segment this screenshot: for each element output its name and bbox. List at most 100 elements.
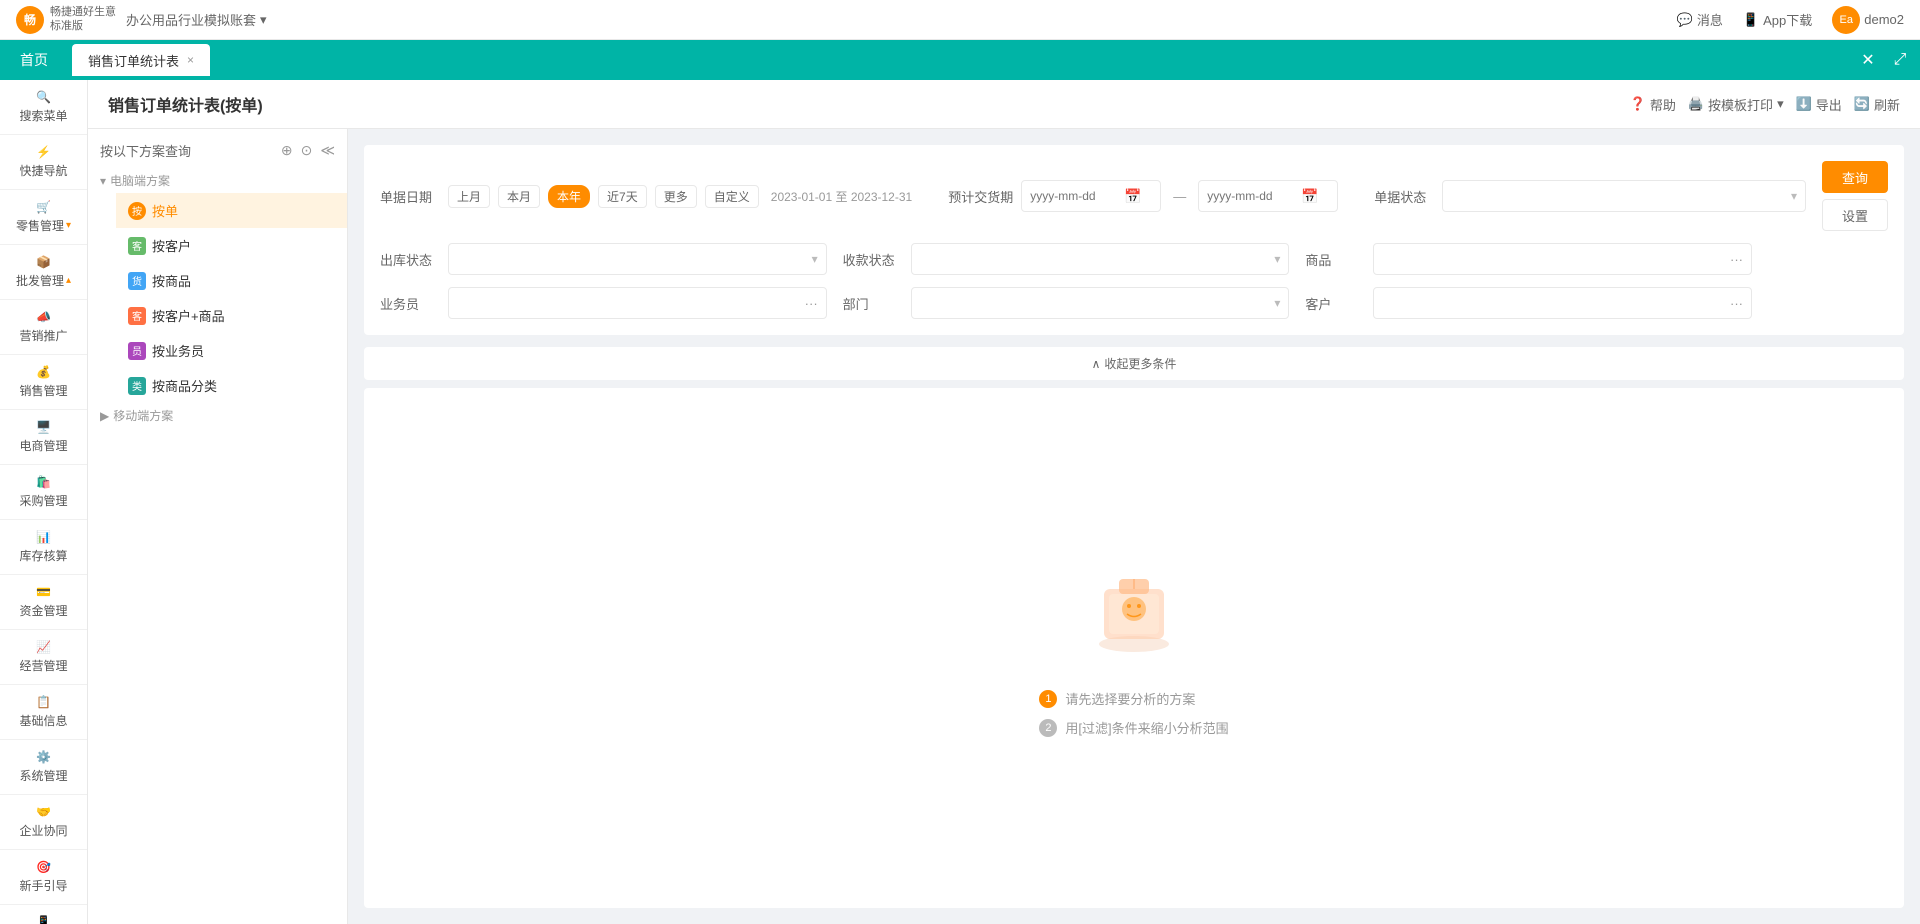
by-cg-icon: 客 (128, 307, 146, 325)
export-button[interactable]: ⬇️ 导出 (1796, 95, 1842, 114)
settings-scheme-button[interactable]: ⊙ (301, 142, 313, 159)
payment-group: 收款状态 ▾ (843, 243, 1290, 275)
customer-input[interactable]: ··· (1373, 287, 1752, 319)
logo-icon: 畅 (16, 6, 44, 34)
tree-section-mobile[interactable]: ▶ 移动端方案 (88, 403, 347, 428)
step-2-number: 2 (1039, 719, 1057, 737)
system-icon: ⚙️ (36, 750, 51, 764)
content-area: 销售订单统计表(按单) ❓ 帮助 🖨️ 按模板打印 ▾ ⬇️ 导出 🔄 刷新 (88, 80, 1920, 924)
by-staff-icon: 员 (128, 342, 146, 360)
expected-date-end[interactable]: 📅 (1198, 180, 1338, 212)
dept-group: 部门 ▾ (843, 287, 1290, 319)
tab-close-icon[interactable]: × (187, 53, 194, 67)
payment-select[interactable]: ▾ (911, 243, 1290, 275)
tree-child-pc: 按 按单 客 按客户 货 按商品 客 按客户+商品 (88, 193, 347, 403)
date-end-input[interactable] (1207, 189, 1297, 203)
sidebar-item-retail[interactable]: 🛒 零售管理 ▾ (0, 190, 87, 245)
sidebar-item-enterprise[interactable]: 🤝 企业协同 (0, 795, 87, 850)
staff-more-icon[interactable]: ··· (805, 296, 818, 311)
customer-label: 客户 (1305, 294, 1365, 313)
sidebar-item-wholesale[interactable]: 📦 批发管理 ▴ (0, 245, 87, 300)
main-layout: 🔍 搜索菜单 ⚡ 快捷导航 🛒 零售管理 ▾ 📦 批发管理 ▴ 📣 营销推广 (0, 80, 1920, 924)
chevron-down-icon: ▾ (260, 12, 267, 28)
expand-icon: ▾ (66, 220, 71, 231)
dept-label: 部门 (843, 294, 903, 313)
marketing-icon: 📣 (36, 310, 51, 324)
sidebar-item-sales[interactable]: 💰 销售管理 (0, 355, 87, 410)
action-buttons: 查询 设置 (1822, 161, 1888, 231)
sidebar-item-quicknav[interactable]: ⚡ 快捷导航 (0, 135, 87, 190)
tree-item-by-staff[interactable]: 员 按业务员 (116, 333, 347, 368)
status-select[interactable]: ▾ (1442, 180, 1806, 212)
date-btn-this-year[interactable]: 本年 (548, 185, 590, 208)
right-panel: 单据日期 上月 本月 本年 近7天 更多 自定义 2023-01-01 至 20… (348, 129, 1920, 924)
expected-date-group: 预计交货期 📅 — 📅 (948, 180, 1338, 212)
sidebar-item-purchase[interactable]: 🛍️ 采购管理 (0, 465, 87, 520)
sidebar-item-finance[interactable]: 💳 资金管理 (0, 575, 87, 630)
date-btn-7days[interactable]: 近7天 (598, 185, 647, 208)
expected-date-label: 预计交货期 (948, 187, 1013, 206)
sidebar-item-ecommerce[interactable]: 🖥️ 电商管理 (0, 410, 87, 465)
app-download-button[interactable]: 📱 App下载 (1743, 10, 1812, 29)
help-button[interactable]: ❓ 帮助 (1630, 95, 1676, 114)
date-btn-last-month[interactable]: 上月 (448, 185, 490, 208)
customer-more-icon[interactable]: ··· (1730, 296, 1743, 311)
date-btn-this-month[interactable]: 本月 (498, 185, 540, 208)
refresh-button[interactable]: 🔄 刷新 (1854, 95, 1900, 114)
sidebar-item-marketing[interactable]: 📣 营销推广 (0, 300, 87, 355)
staff-label: 业务员 (380, 294, 440, 313)
goods-input[interactable]: ··· (1373, 243, 1752, 275)
tab-sales-stats[interactable]: 销售订单统计表 × (72, 44, 210, 76)
purchase-icon: 🛍️ (36, 475, 51, 489)
tree-item-by-goods[interactable]: 货 按商品 (116, 263, 347, 298)
sidebar-item-appcenter[interactable]: 📱 应用中心 (0, 905, 87, 924)
goods-more-icon[interactable]: ··· (1730, 252, 1743, 267)
status-dropdown-icon: ▾ (1791, 189, 1797, 203)
sidebar-item-search[interactable]: 🔍 搜索菜单 (0, 80, 87, 135)
dept-select[interactable]: ▾ (911, 287, 1290, 319)
sales-icon: 💰 (36, 365, 51, 379)
basic-icon: 📋 (36, 695, 51, 709)
tab-home[interactable]: 首页 (0, 40, 68, 80)
tree-section-pc[interactable]: ▾ 电脑端方案 (88, 168, 347, 193)
tree-item-by-order[interactable]: 按 按单 (116, 193, 347, 228)
sidebar-item-newbie[interactable]: 🎯 新手引导 (0, 850, 87, 905)
window-expand-icon[interactable]: ⤢ (1888, 48, 1912, 72)
date-start-input[interactable] (1030, 189, 1120, 203)
customer-group: 客户 ··· (1305, 287, 1752, 319)
left-panel: 按以下方案查询 ⊕ ⊙ ≪ ▾ 电脑端方案 按 按单 (88, 129, 348, 924)
delivery-select[interactable]: ▾ (448, 243, 827, 275)
collapse-panel-button[interactable]: ≪ (320, 142, 335, 159)
step-1-number: 1 (1039, 690, 1057, 708)
left-panel-header: 按以下方案查询 ⊕ ⊙ ≪ (88, 141, 347, 168)
page-title: 销售订单统计表(按单) (108, 92, 263, 128)
expected-date-start[interactable]: 📅 (1021, 180, 1161, 212)
tree-item-by-category[interactable]: 类 按商品分类 (116, 368, 347, 403)
date-btn-more[interactable]: 更多 (655, 185, 697, 208)
query-button[interactable]: 查询 (1822, 161, 1888, 193)
window-close-icon[interactable]: ✕ (1856, 48, 1880, 72)
filter-row-2: 出库状态 ▾ 收款状态 ▾ (380, 243, 1888, 275)
logo-text: 畅捷通好生意 标准版 (50, 6, 116, 32)
sidebar-item-system[interactable]: ⚙️ 系统管理 (0, 740, 87, 795)
sidebar-item-inventory[interactable]: 📊 库存核算 (0, 520, 87, 575)
tree-item-by-customer-goods[interactable]: 客 按客户+商品 (116, 298, 347, 333)
message-button[interactable]: 💬 消息 (1677, 10, 1723, 29)
inner-layout: 按以下方案查询 ⊕ ⊙ ≪ ▾ 电脑端方案 按 按单 (88, 129, 1920, 924)
company-selector[interactable]: 办公用品行业模拟账套 ▾ (126, 10, 267, 29)
by-order-icon: 按 (128, 202, 146, 220)
print-button[interactable]: 🖨️ 按模板打印 ▾ (1688, 95, 1784, 114)
sidebar-item-basic[interactable]: 📋 基础信息 (0, 685, 87, 740)
settings-button[interactable]: 设置 (1822, 199, 1888, 231)
collapse-bar[interactable]: ∧ 收起更多条件 (364, 347, 1904, 380)
date-btn-custom[interactable]: 自定义 (705, 185, 759, 208)
tree-item-by-customer[interactable]: 客 按客户 (116, 228, 347, 263)
staff-input[interactable]: ··· (448, 287, 827, 319)
add-scheme-button[interactable]: ⊕ (281, 142, 293, 159)
calendar-end-icon: 📅 (1301, 188, 1318, 205)
user-profile[interactable]: Ea demo2 (1832, 6, 1904, 34)
newbie-icon: 🎯 (36, 860, 51, 874)
sidebar-item-operations[interactable]: 📈 经营管理 (0, 630, 87, 685)
empty-illustration (1074, 549, 1194, 669)
top-bar-left: 畅 畅捷通好生意 标准版 办公用品行业模拟账套 ▾ (16, 6, 267, 34)
